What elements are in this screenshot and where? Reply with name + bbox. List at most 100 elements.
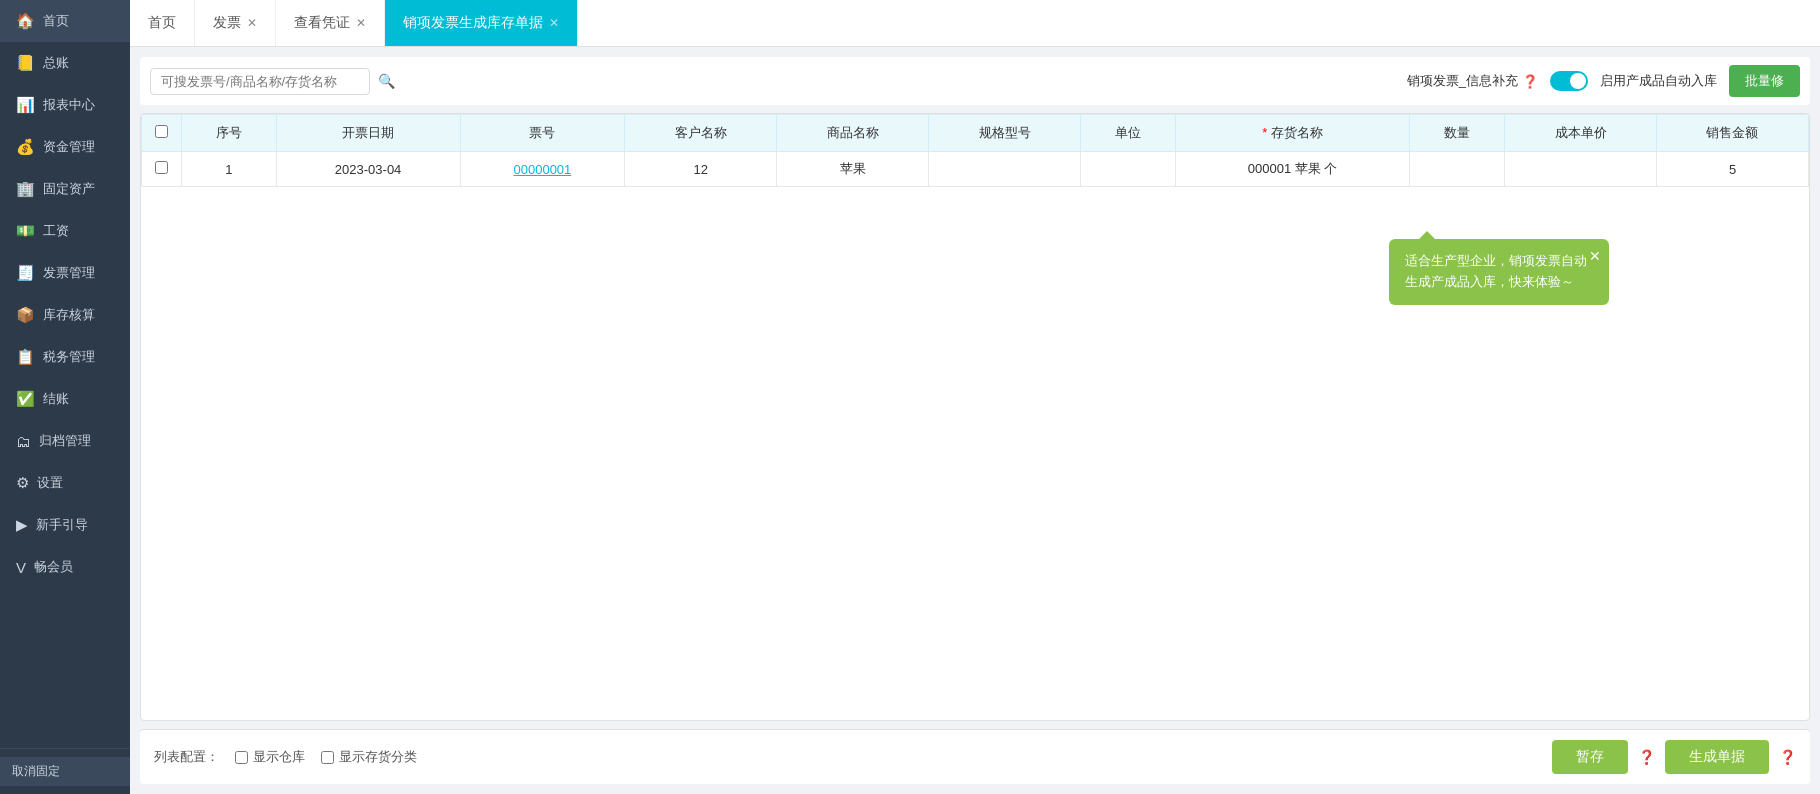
sidebar-item-label: 畅会员 — [34, 558, 73, 576]
bottom-right: 暂存 ❓ 生成单据 ❓ — [1552, 740, 1796, 774]
save-help-icon[interactable]: ❓ — [1638, 749, 1655, 765]
table-row: 1 2023-03-04 00000001 12 苹果 000001 苹果 个 … — [142, 152, 1809, 187]
tab-voucher-label: 查看凭证 — [294, 14, 350, 32]
vip-icon: V — [16, 559, 26, 576]
info-label: 销项发票_信息补充 ❓ — [1407, 72, 1538, 90]
sidebar-item-settings[interactable]: ⚙ 设置 — [0, 462, 130, 504]
search-input[interactable] — [150, 68, 370, 95]
search-icon[interactable]: 🔍 — [378, 73, 395, 89]
row-checkbox[interactable] — [155, 161, 168, 174]
generate-button[interactable]: 生成单据 — [1665, 740, 1769, 774]
content-area: 🔍 销项发票_信息补充 ❓ 启用产成品自动入库 批量修 — [130, 47, 1820, 794]
sidebar-item-salary[interactable]: 💵 工资 — [0, 210, 130, 252]
sidebar-item-guide[interactable]: ▶ 新手引导 — [0, 504, 130, 546]
guide-icon: ▶ — [16, 516, 28, 534]
sidebar-item-ledger[interactable]: 📒 总账 — [0, 42, 130, 84]
sidebar-item-assets[interactable]: 🏢 固定资产 — [0, 168, 130, 210]
sidebar-item-label: 库存核算 — [43, 306, 95, 324]
closing-icon: ✅ — [16, 390, 35, 408]
tab-sales-order-label: 销项发票生成库存单据 — [403, 14, 543, 32]
archive-icon: 🗂 — [16, 433, 31, 450]
col-amount: 销售金额 — [1656, 115, 1808, 152]
sidebar-item-invoice[interactable]: 🧾 发票管理 — [0, 252, 130, 294]
sidebar-item-home[interactable]: 🏠 首页 — [0, 0, 130, 42]
row-unit — [1081, 152, 1176, 187]
ticket-link[interactable]: 00000001 — [513, 162, 571, 177]
tab-home[interactable]: 首页 — [130, 0, 195, 46]
show-warehouse-label[interactable]: 显示仓库 — [235, 748, 305, 766]
invoice-icon: 🧾 — [16, 264, 35, 282]
settings-icon: ⚙ — [16, 474, 29, 492]
cancel-fixed-label: 取消固定 — [12, 763, 60, 780]
row-checkbox-cell — [142, 152, 182, 187]
main-area: 首页 发票 ✕ 查看凭证 ✕ 销项发票生成库存单据 ✕ 🔍 销项发票_信息补充 … — [130, 0, 1820, 794]
show-warehouse-checkbox[interactable] — [235, 751, 248, 764]
sidebar: 🏠 首页 📒 总账 📊 报表中心 💰 资金管理 🏢 固定资产 💵 工资 🧾 发票… — [0, 0, 130, 794]
sidebar-item-label: 工资 — [43, 222, 69, 240]
generate-help-icon[interactable]: ❓ — [1779, 749, 1796, 765]
row-date: 2023-03-04 — [276, 152, 460, 187]
info-help-icon[interactable]: ❓ — [1522, 74, 1538, 89]
tabs-bar: 首页 发票 ✕ 查看凭证 ✕ 销项发票生成库存单据 ✕ — [130, 0, 1820, 47]
cancel-fixed-button[interactable]: 取消固定 — [0, 757, 130, 786]
tab-invoice[interactable]: 发票 ✕ — [195, 0, 276, 46]
row-inventory: 000001 苹果 个 — [1175, 152, 1410, 187]
sidebar-item-reports[interactable]: 📊 报表中心 — [0, 84, 130, 126]
toolbar-right: 销项发票_信息补充 ❓ 启用产成品自动入库 批量修 — [1407, 65, 1800, 97]
col-checkbox — [142, 115, 182, 152]
sidebar-item-label: 新手引导 — [36, 516, 88, 534]
toolbar-left: 🔍 — [150, 68, 395, 95]
sidebar-item-label: 总账 — [43, 54, 69, 72]
row-cost-price — [1505, 152, 1657, 187]
main-table: 序号 开票日期 票号 客户名称 商品名称 规格型号 单位 * 存货名称 数量 成… — [141, 114, 1809, 187]
sidebar-item-label: 归档管理 — [39, 432, 91, 450]
batch-button[interactable]: 批量修 — [1729, 65, 1800, 97]
sidebar-item-vip[interactable]: V 畅会员 — [0, 546, 130, 588]
toolbar: 🔍 销项发票_信息补充 ❓ 启用产成品自动入库 批量修 — [140, 57, 1810, 105]
sidebar-bottom: 取消固定 — [0, 748, 130, 794]
bottom-bar: 列表配置： 显示仓库 显示存货分类 暂存 ❓ 生成单据 ❓ — [140, 729, 1810, 784]
tab-sales-order[interactable]: 销项发票生成库存单据 ✕ — [385, 0, 578, 46]
row-amount: 5 — [1656, 152, 1808, 187]
show-category-checkbox[interactable] — [321, 751, 334, 764]
enable-label: 启用产成品自动入库 — [1600, 72, 1717, 90]
toggle-switch[interactable] — [1550, 71, 1588, 91]
tooltip-close-button[interactable]: ✕ — [1589, 245, 1601, 267]
save-button[interactable]: 暂存 — [1552, 740, 1628, 774]
sidebar-item-label: 结账 — [43, 390, 69, 408]
col-customer: 客户名称 — [625, 115, 777, 152]
tab-voucher[interactable]: 查看凭证 ✕ — [276, 0, 385, 46]
info-label-text: 销项发票_信息补充 — [1407, 72, 1518, 90]
sidebar-item-inventory[interactable]: 📦 库存核算 — [0, 294, 130, 336]
row-qty — [1410, 152, 1505, 187]
list-config-label: 列表配置： — [154, 748, 219, 766]
reports-icon: 📊 — [16, 96, 35, 114]
col-seq: 序号 — [182, 115, 277, 152]
col-date: 开票日期 — [276, 115, 460, 152]
show-category-text: 显示存货分类 — [339, 748, 417, 766]
col-product: 商品名称 — [777, 115, 929, 152]
sidebar-item-label: 固定资产 — [43, 180, 95, 198]
sidebar-item-tax[interactable]: 📋 税务管理 — [0, 336, 130, 378]
row-ticket[interactable]: 00000001 — [460, 152, 625, 187]
salary-icon: 💵 — [16, 222, 35, 240]
tab-voucher-close[interactable]: ✕ — [356, 16, 366, 30]
tab-sales-order-close[interactable]: ✕ — [549, 16, 559, 30]
tab-invoice-close[interactable]: ✕ — [247, 16, 257, 30]
sidebar-item-label: 税务管理 — [43, 348, 95, 366]
sidebar-item-label: 报表中心 — [43, 96, 95, 114]
sidebar-item-archive[interactable]: 🗂 归档管理 — [0, 420, 130, 462]
sidebar-item-funds[interactable]: 💰 资金管理 — [0, 126, 130, 168]
tooltip-text: 适合生产型企业，销项发票自动生成产成品入库，快来体验～ — [1405, 253, 1587, 289]
home-icon: 🏠 — [16, 12, 35, 30]
col-ticket: 票号 — [460, 115, 625, 152]
sidebar-item-label: 资金管理 — [43, 138, 95, 156]
select-all-checkbox[interactable] — [155, 125, 168, 138]
funds-icon: 💰 — [16, 138, 35, 156]
col-qty: 数量 — [1410, 115, 1505, 152]
show-category-label[interactable]: 显示存货分类 — [321, 748, 417, 766]
sidebar-item-closing[interactable]: ✅ 结账 — [0, 378, 130, 420]
show-warehouse-text: 显示仓库 — [253, 748, 305, 766]
row-customer: 12 — [625, 152, 777, 187]
bottom-left: 列表配置： 显示仓库 显示存货分类 — [154, 748, 417, 766]
